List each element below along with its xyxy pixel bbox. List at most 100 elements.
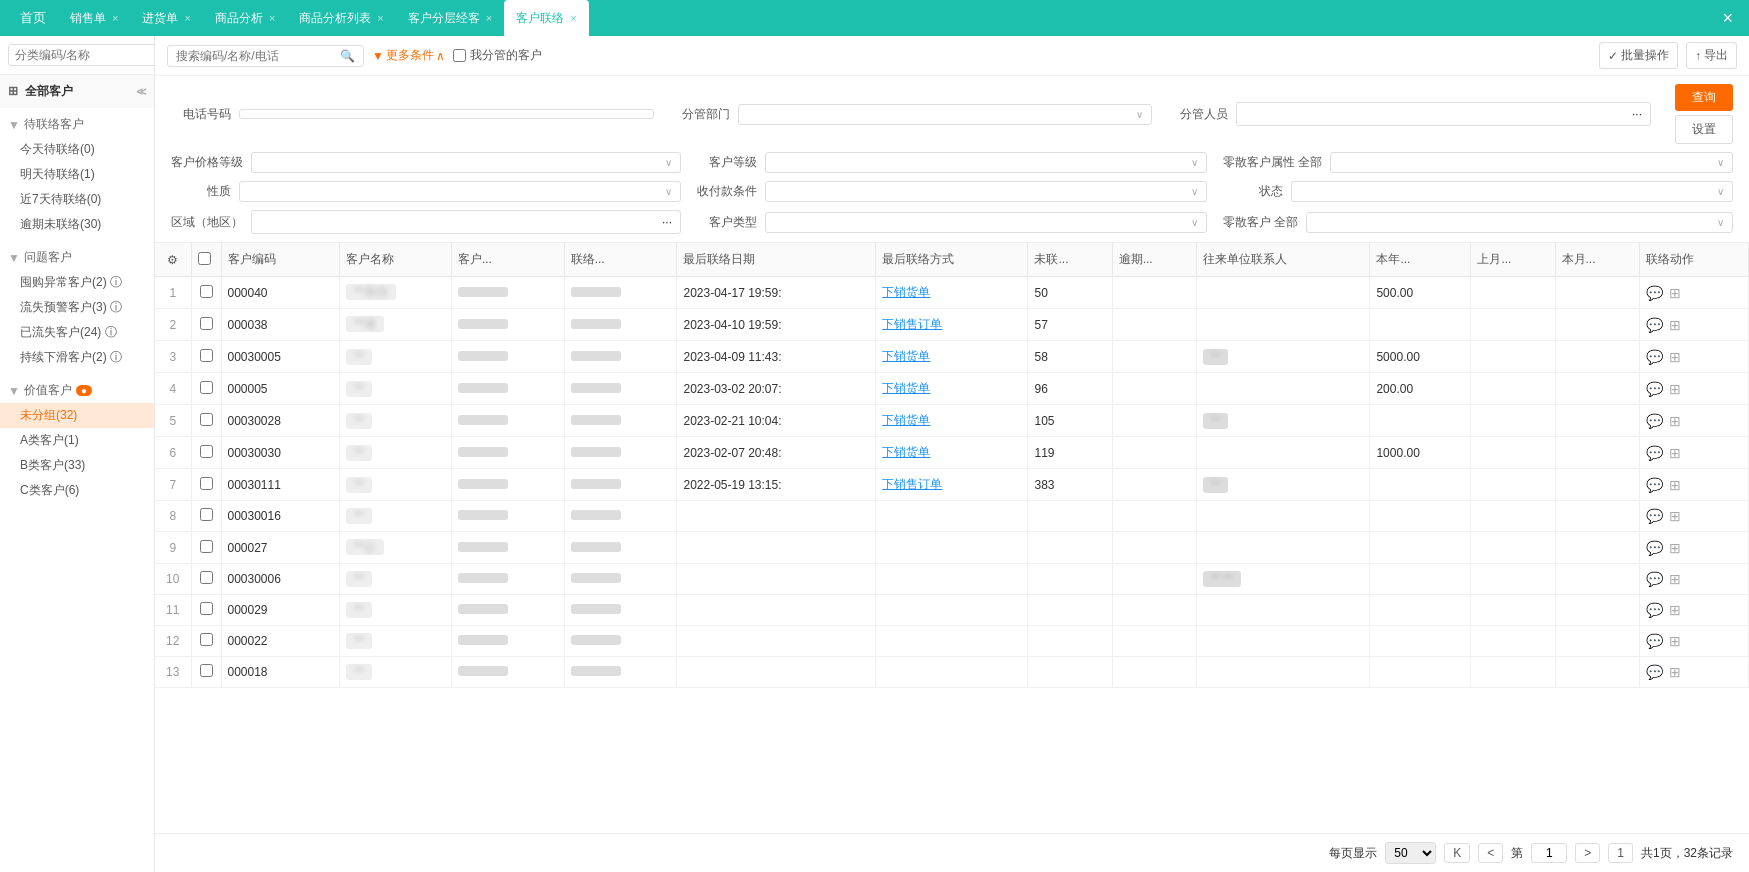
close-sales-tab[interactable]: ×	[112, 12, 118, 24]
nav-tab-analysis[interactable]: 商品分析 ×	[203, 0, 287, 36]
row-last-method[interactable]: 下销售订单	[876, 309, 1028, 341]
nav-tab-analysis-list[interactable]: 商品分析列表 ×	[287, 0, 395, 36]
sidebar-item-7days[interactable]: 近7天待联络(0)	[0, 187, 154, 212]
value-customers-label[interactable]: ▼ 价值客户 ●	[0, 378, 154, 403]
reset-btn[interactable]: 设置	[1675, 115, 1733, 144]
nature-select[interactable]: ∨	[239, 181, 681, 202]
nav-tab-sales[interactable]: 销售单 ×	[58, 0, 130, 36]
grid-action-icon[interactable]: ⊞	[1669, 317, 1681, 333]
chat-icon[interactable]: 💬	[1646, 445, 1663, 461]
checkbox-col-header[interactable]	[191, 243, 221, 277]
collapse-icon[interactable]: ≪	[136, 86, 146, 97]
grid-action-icon[interactable]: ⊞	[1669, 349, 1681, 365]
last-page-btn[interactable]: 1	[1608, 843, 1633, 863]
sidebar-item-declining[interactable]: 持续下滑客户(2) ⓘ	[0, 345, 154, 370]
sidebar-search-input[interactable]	[8, 44, 155, 66]
grid-action-icon[interactable]: ⊞	[1669, 413, 1681, 429]
close-segment-tab[interactable]: ×	[486, 12, 492, 24]
row-check[interactable]	[191, 532, 221, 564]
row-check[interactable]	[191, 373, 221, 405]
chat-icon[interactable]: 💬	[1646, 477, 1663, 493]
chat-icon[interactable]: 💬	[1646, 664, 1663, 680]
grid-action-icon[interactable]: ⊞	[1669, 285, 1681, 301]
scatter-all-select[interactable]: ∨	[1306, 212, 1733, 233]
sidebar-item-no-group[interactable]: 未分组(32)	[0, 403, 154, 428]
all-customers-section[interactable]: ⊞ 全部客户 ≪	[0, 75, 154, 108]
sidebar-item-class-a[interactable]: A类客户(1)	[0, 428, 154, 453]
customer-level-select[interactable]: ∨	[765, 152, 1207, 173]
sidebar-item-tomorrow[interactable]: 明天待联络(1)	[0, 162, 154, 187]
grid-action-icon[interactable]: ⊞	[1669, 381, 1681, 397]
problem-customers-label[interactable]: ▼ 问题客户	[0, 245, 154, 270]
grid-action-icon[interactable]: ⊞	[1669, 633, 1681, 649]
row-check[interactable]	[191, 277, 221, 309]
row-check[interactable]	[191, 657, 221, 688]
chat-icon[interactable]: 💬	[1646, 349, 1663, 365]
grid-action-icon[interactable]: ⊞	[1669, 664, 1681, 680]
row-check[interactable]	[191, 595, 221, 626]
manager-select[interactable]: ···	[1236, 102, 1651, 126]
export-btn[interactable]: ↑ 导出	[1686, 42, 1737, 69]
phone-input[interactable]	[239, 109, 654, 119]
payment-select[interactable]: ∨	[765, 181, 1207, 202]
row-check[interactable]	[191, 626, 221, 657]
my-customers-check[interactable]	[453, 49, 466, 62]
per-page-select[interactable]: 50 100 200	[1385, 842, 1436, 864]
filter-search-icon[interactable]: 🔍	[340, 49, 355, 63]
row-last-method[interactable]: 下销货单	[876, 437, 1028, 469]
close-purchase-tab[interactable]: ×	[184, 12, 190, 24]
row-check[interactable]	[191, 437, 221, 469]
grid-action-icon[interactable]: ⊞	[1669, 571, 1681, 587]
close-analysis-tab[interactable]: ×	[269, 12, 275, 24]
sidebar-item-churn-warning[interactable]: 流失预警客户(3) ⓘ	[0, 295, 154, 320]
row-last-method[interactable]: 下销售订单	[876, 469, 1028, 501]
grid-action-icon[interactable]: ⊞	[1669, 445, 1681, 461]
sidebar-item-class-b[interactable]: B类客户(33)	[0, 453, 154, 478]
grid-action-icon[interactable]: ⊞	[1669, 540, 1681, 556]
chat-icon[interactable]: 💬	[1646, 413, 1663, 429]
dept-select[interactable]: ∨	[738, 104, 1153, 125]
price-level-select[interactable]: ∨	[251, 152, 681, 173]
page-number-input[interactable]	[1531, 843, 1567, 863]
row-check[interactable]	[191, 501, 221, 532]
row-check[interactable]	[191, 469, 221, 501]
grid-action-icon[interactable]: ⊞	[1669, 477, 1681, 493]
close-all-tabs[interactable]: ×	[1714, 8, 1741, 29]
customer-type-select[interactable]: ∨	[765, 212, 1207, 233]
select-all-checkbox[interactable]	[198, 252, 211, 265]
nav-home[interactable]: 首页	[8, 9, 58, 27]
row-check[interactable]	[191, 341, 221, 373]
nav-tab-customer-segment[interactable]: 客户分层经客 ×	[396, 0, 504, 36]
grid-action-icon[interactable]: ⊞	[1669, 508, 1681, 524]
pending-contact-label[interactable]: ▼ 待联络客户	[0, 112, 154, 137]
row-check[interactable]	[191, 405, 221, 437]
chat-icon[interactable]: 💬	[1646, 317, 1663, 333]
sidebar-item-today[interactable]: 今天待联络(0)	[0, 137, 154, 162]
close-analysis-list-tab[interactable]: ×	[377, 12, 383, 24]
sidebar-item-overdue[interactable]: 逾期未联络(30)	[0, 212, 154, 237]
settings-col-header[interactable]: ⚙	[155, 243, 191, 277]
row-last-method[interactable]: 下销货单	[876, 341, 1028, 373]
chat-icon[interactable]: 💬	[1646, 571, 1663, 587]
row-last-method[interactable]: 下销货单	[876, 277, 1028, 309]
row-last-method[interactable]: 下销货单	[876, 373, 1028, 405]
chat-icon[interactable]: 💬	[1646, 602, 1663, 618]
nav-tab-purchase[interactable]: 进货单 ×	[130, 0, 202, 36]
more-conditions-btn[interactable]: ▼ 更多条件 ∧	[372, 47, 445, 64]
chat-icon[interactable]: 💬	[1646, 381, 1663, 397]
sidebar-item-lost[interactable]: 已流失客户(24) ⓘ	[0, 320, 154, 345]
filter-search-input[interactable]	[176, 49, 336, 63]
close-contact-tab[interactable]: ×	[570, 12, 576, 24]
batch-operation-btn[interactable]: ✓ 批量操作	[1599, 42, 1678, 69]
row-check[interactable]	[191, 564, 221, 595]
my-customers-checkbox[interactable]: 我分管的客户	[453, 47, 542, 64]
chat-icon[interactable]: 💬	[1646, 508, 1663, 524]
region-select[interactable]: ···	[251, 210, 681, 234]
scatter-attr-select[interactable]: ∨	[1330, 152, 1733, 173]
search-btn[interactable]: 查询	[1675, 84, 1733, 111]
chat-icon[interactable]: 💬	[1646, 540, 1663, 556]
sidebar-item-abnormal[interactable]: 囤购异常客户(2) ⓘ	[0, 270, 154, 295]
nav-tab-customer-contact[interactable]: 客户联络 ×	[504, 0, 588, 36]
chat-icon[interactable]: 💬	[1646, 633, 1663, 649]
next-page-btn[interactable]: >	[1575, 843, 1600, 863]
